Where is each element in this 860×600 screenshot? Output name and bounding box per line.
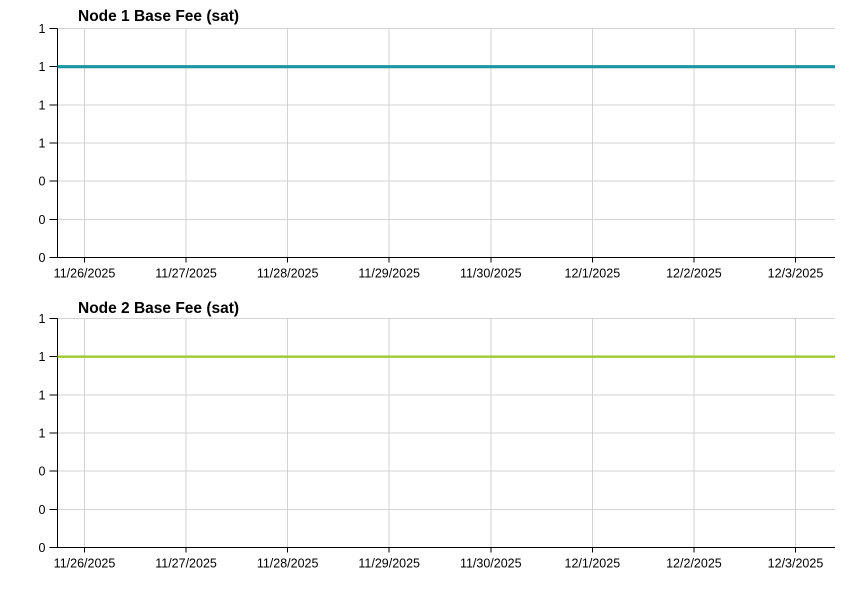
x-tick-label: 12/1/2025 [565,267,621,281]
node2-base-fee-chart: Node 2 Base Fee (sat) 1 1 1 1 0 0 0 11/26/2025 1… [0,290,860,600]
y-tick-label: 0 [39,541,46,555]
x-tick-label: 11/28/2025 [257,267,319,281]
y-tick-label: 1 [39,350,46,364]
x-tick-label: 12/3/2025 [768,267,824,281]
y-tick-label: 1 [39,98,46,112]
y-tick-label: 0 [39,465,46,479]
base-fee-dashboard: Node 1 Base Fee (sat) 1 1 1 1 0 0 0 11/26/2025 1… [0,0,860,600]
y-tick-label: 0 [39,503,46,517]
chart-title: Node 2 Base Fee (sat) [78,300,239,317]
x-tick-label: 12/2/2025 [666,267,722,281]
node1-plot-area: 1 1 1 1 0 0 0 11/26/2025 11/27/2025 11/28/2025 11/… [39,22,835,281]
x-tick-label: 11/30/2025 [460,267,522,281]
x-tick-label: 11/29/2025 [358,557,420,571]
node1-base-fee-chart: Node 1 Base Fee (sat) 1 1 1 1 0 0 0 11/26/2025 1… [0,0,860,290]
x-tick-label: 11/27/2025 [155,267,217,281]
y-tick-label: 0 [39,213,46,227]
x-tick-label: 11/26/2025 [54,267,116,281]
node2-plot-area: 1 1 1 1 0 0 0 11/26/2025 11/27/2025 11/28/2025 11/… [39,312,835,571]
y-tick-label: 1 [39,22,46,36]
y-tick-label: 0 [39,251,46,265]
y-tick-label: 1 [39,388,46,402]
y-tick-label: 1 [39,427,46,441]
x-tick-label: 12/1/2025 [565,557,621,571]
y-tick-label: 1 [39,137,46,151]
x-tick-label: 11/29/2025 [358,267,420,281]
chart-title: Node 1 Base Fee (sat) [78,8,239,25]
x-tick-label: 11/27/2025 [155,557,217,571]
x-tick-label: 12/2/2025 [666,557,722,571]
x-tick-label: 11/28/2025 [257,557,319,571]
node2-chart-canvas: Node 2 Base Fee (sat) 111100011/26/2025 1… [39,300,835,571]
y-tick-label: 1 [39,60,46,74]
x-tick-label: 11/30/2025 [460,557,522,571]
x-tick-label: 11/26/2025 [54,557,116,571]
x-tick-label: 12/3/2025 [768,557,824,571]
y-tick-label: 1 [39,312,46,326]
node1-chart-canvas: Node 1 Base Fee (sat) 111100011/26/2025 1… [39,8,835,281]
y-tick-label: 0 [39,175,46,189]
